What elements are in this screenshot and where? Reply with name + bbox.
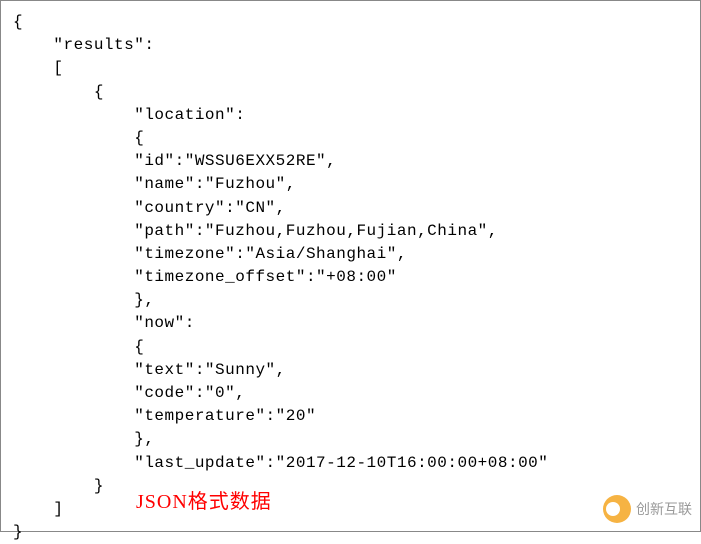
- code-line: },: [13, 289, 688, 312]
- code-line: "path":"Fuzhou,Fuzhou,Fujian,China",: [13, 220, 688, 243]
- code-line: {: [13, 81, 688, 104]
- code-line: "text":"Sunny",: [13, 359, 688, 382]
- code-line: "code":"0",: [13, 382, 688, 405]
- code-line: "timezone":"Asia/Shanghai",: [13, 243, 688, 266]
- code-line: "timezone_offset":"+08:00": [13, 266, 688, 289]
- code-line: }: [13, 521, 688, 544]
- code-line: "results":: [13, 34, 688, 57]
- code-line: {: [13, 127, 688, 150]
- caption-text: JSON格式数据: [136, 488, 272, 517]
- code-line: },: [13, 428, 688, 451]
- code-line: [: [13, 57, 688, 80]
- code-block: { "results": [ { "location": { "id":"WSS…: [13, 11, 688, 544]
- watermark-logo-icon: [603, 495, 631, 523]
- code-line: "now":: [13, 312, 688, 335]
- code-line: "id":"WSSU6EXX52RE",: [13, 150, 688, 173]
- code-line: {: [13, 11, 688, 34]
- code-line: }: [13, 475, 688, 498]
- code-line: {: [13, 336, 688, 359]
- code-line: ]: [13, 498, 688, 521]
- watermark: 创新互联: [603, 495, 692, 523]
- code-line: "last_update":"2017-12-10T16:00:00+08:00…: [13, 452, 688, 475]
- watermark-text: 创新互联: [636, 499, 692, 519]
- code-line: "location":: [13, 104, 688, 127]
- code-line: "name":"Fuzhou",: [13, 173, 688, 196]
- code-line: "country":"CN",: [13, 197, 688, 220]
- code-line: "temperature":"20": [13, 405, 688, 428]
